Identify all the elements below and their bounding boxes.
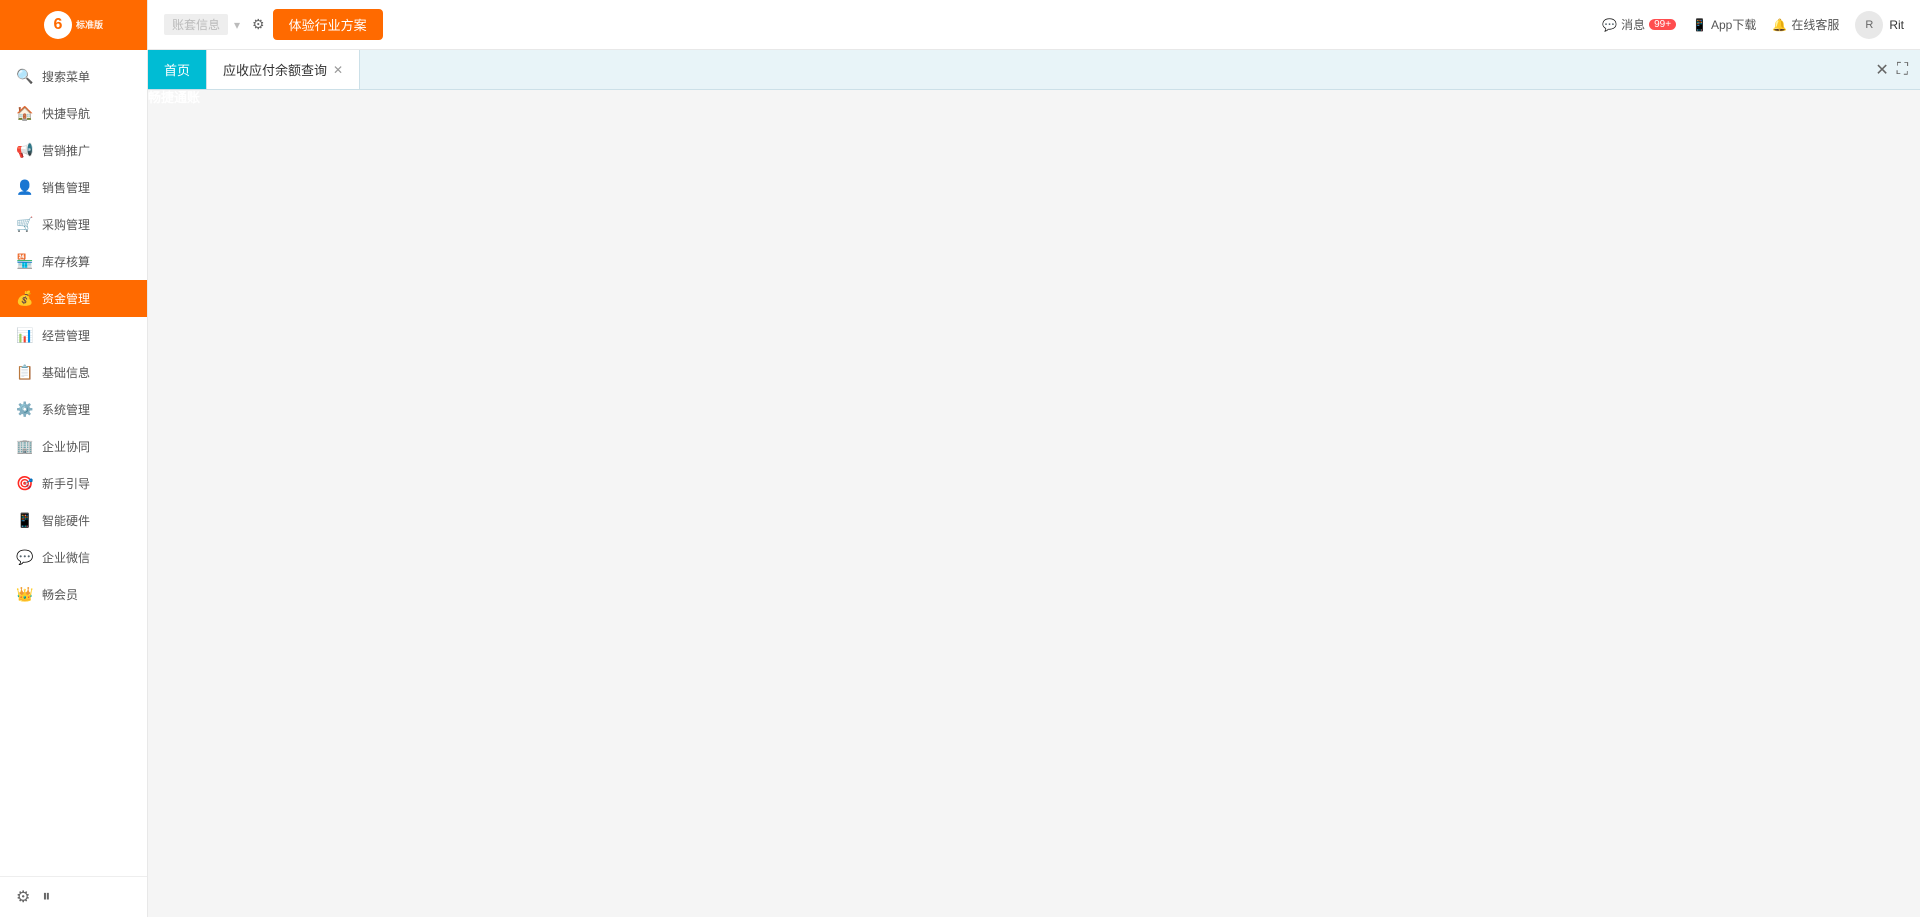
sidebar-item-marketing-label: 营销推广	[42, 142, 90, 159]
sidebar-item-sales[interactable]: 👤 销售管理	[0, 169, 147, 206]
tab-home-label: 首页	[164, 60, 190, 79]
sidebar-item-search-label: 搜索菜单	[42, 68, 90, 85]
download-icon: 📱	[1692, 18, 1707, 32]
settings-bottom-icon[interactable]: ⚙	[16, 887, 30, 907]
tab-controls: ✕ ⛶	[1863, 60, 1920, 80]
tab-query-label: 应收应付余额查询	[223, 60, 327, 79]
breadcrumb-arrow: ▾	[234, 18, 240, 32]
avatar: R	[1855, 11, 1883, 39]
sidebar-item-purchase[interactable]: 🛒 采购管理	[0, 206, 147, 243]
sidebar-item-sysadmin-label: 系统管理	[42, 401, 90, 418]
message-label: 消息	[1621, 16, 1645, 33]
sidebar-item-hardware-label: 智能硬件	[42, 512, 90, 529]
sidebar-item-marketing[interactable]: 📢 营销推广	[0, 132, 147, 169]
breadcrumb: 账套信息 ▾	[164, 14, 240, 35]
sidebar-item-search[interactable]: 🔍 搜索菜单	[0, 58, 147, 95]
sidebar-item-operations-label: 经营管理	[42, 327, 90, 344]
sidebar-bottom: ⚙ ⏸	[0, 876, 147, 917]
online-service-label: 在线客服	[1791, 16, 1839, 33]
message-button[interactable]: 💬 消息 99+	[1602, 16, 1676, 33]
app-download-label: App下载	[1711, 16, 1756, 33]
sidebar-item-basicinfo[interactable]: 📋 基础信息	[0, 354, 147, 391]
enterprise-icon: 🏢	[16, 438, 34, 455]
app-logo: 6 畅捷通账 标准版	[0, 0, 147, 50]
sidebar-item-enterprise-label: 企业协同	[42, 438, 90, 455]
sidebar-item-wechat-label: 企业微信	[42, 549, 90, 566]
online-service-button[interactable]: 🔔 在线客服	[1772, 16, 1839, 33]
sidebar-item-finance-label: 资金管理	[42, 290, 90, 307]
sidebar: 6 畅捷通账 标准版 🔍 搜索菜单 🏠 快捷导航 📢 营销推广 👤 销售管理 🛒…	[0, 0, 148, 917]
app-edition: 标准版	[76, 20, 103, 31]
finance-icon: 💰	[16, 290, 34, 307]
header-actions: ⚙ 体验行业方案	[252, 9, 1590, 40]
wechat-icon: 💬	[16, 549, 34, 566]
member-icon: 👑	[16, 586, 34, 603]
inventory-icon: 🏪	[16, 253, 34, 270]
sidebar-item-member-label: 畅会员	[42, 586, 78, 603]
header-right: 💬 消息 99+ 📱 App下载 🔔 在线客服 R Rit	[1602, 11, 1904, 39]
breadcrumb-text: 账套信息	[164, 14, 228, 35]
sidebar-item-guide-label: 新手引导	[42, 475, 90, 492]
sidebar-item-inventory-label: 库存核算	[42, 253, 90, 270]
message-badge: 99+	[1649, 19, 1676, 30]
sidebar-item-inventory[interactable]: 🏪 库存核算	[0, 243, 147, 280]
message-icon: 💬	[1602, 18, 1617, 32]
tab-bar: 首页 应收应付余额查询 ✕ ✕ ⛶	[148, 50, 1920, 90]
sidebar-item-sysadmin[interactable]: ⚙️ 系统管理	[0, 391, 147, 428]
maximize-icon[interactable]: ⛶	[1897, 61, 1908, 79]
header: 账套信息 ▾ ⚙ 体验行业方案 💬 消息 99+ 📱 App下载 🔔 在线客服 …	[148, 0, 1920, 50]
purchase-icon: 🛒	[16, 216, 34, 233]
tab-close-icon[interactable]: ✕	[333, 63, 343, 77]
sysadmin-icon: ⚙️	[16, 401, 34, 418]
avatar-text: R	[1865, 19, 1873, 31]
tab-home[interactable]: 首页	[148, 50, 207, 89]
sidebar-item-basicinfo-label: 基础信息	[42, 364, 90, 381]
close-window-icon[interactable]: ✕	[1875, 60, 1888, 80]
collapse-icon[interactable]: ⏸	[42, 888, 50, 906]
sidebar-item-operations[interactable]: 📊 经营管理	[0, 317, 147, 354]
logo-icon: 6	[44, 11, 72, 39]
search-icon: 🔍	[16, 68, 34, 85]
service-icon: 🔔	[1772, 18, 1787, 32]
sidebar-item-enterprise[interactable]: 🏢 企业协同	[0, 428, 147, 465]
sidebar-item-member[interactable]: 👑 畅会员	[0, 576, 147, 613]
marketing-icon: 📢	[16, 142, 34, 159]
guide-icon: 🎯	[16, 475, 34, 492]
sidebar-item-quicknav-label: 快捷导航	[42, 105, 90, 122]
operations-icon: 📊	[16, 327, 34, 344]
home-icon: 🏠	[16, 105, 34, 122]
username: Rit	[1889, 18, 1904, 32]
sidebar-item-finance[interactable]: 💰 资金管理	[0, 280, 147, 317]
basicinfo-icon: 📋	[16, 364, 34, 381]
sidebar-item-quicknav[interactable]: 🏠 快捷导航	[0, 95, 147, 132]
solution-button[interactable]: 体验行业方案	[273, 9, 383, 40]
sidebar-item-hardware[interactable]: 📱 智能硬件	[0, 502, 147, 539]
gear-icon[interactable]: ⚙	[252, 16, 265, 33]
sidebar-item-sales-label: 销售管理	[42, 179, 90, 196]
sidebar-item-wechat[interactable]: 💬 企业微信	[0, 539, 147, 576]
sidebar-item-guide[interactable]: 🎯 新手引导	[0, 465, 147, 502]
user-info[interactable]: R Rit	[1855, 11, 1904, 39]
sales-icon: 👤	[16, 179, 34, 196]
sidebar-nav: 🔍 搜索菜单 🏠 快捷导航 📢 营销推广 👤 销售管理 🛒 采购管理 🏪 库存核…	[0, 50, 147, 876]
app-name: 畅捷通账	[148, 90, 1920, 917]
app-download-button[interactable]: 📱 App下载	[1692, 16, 1756, 33]
hardware-icon: 📱	[16, 512, 34, 529]
sidebar-item-purchase-label: 采购管理	[42, 216, 90, 233]
tab-query[interactable]: 应收应付余额查询 ✕	[207, 50, 360, 89]
